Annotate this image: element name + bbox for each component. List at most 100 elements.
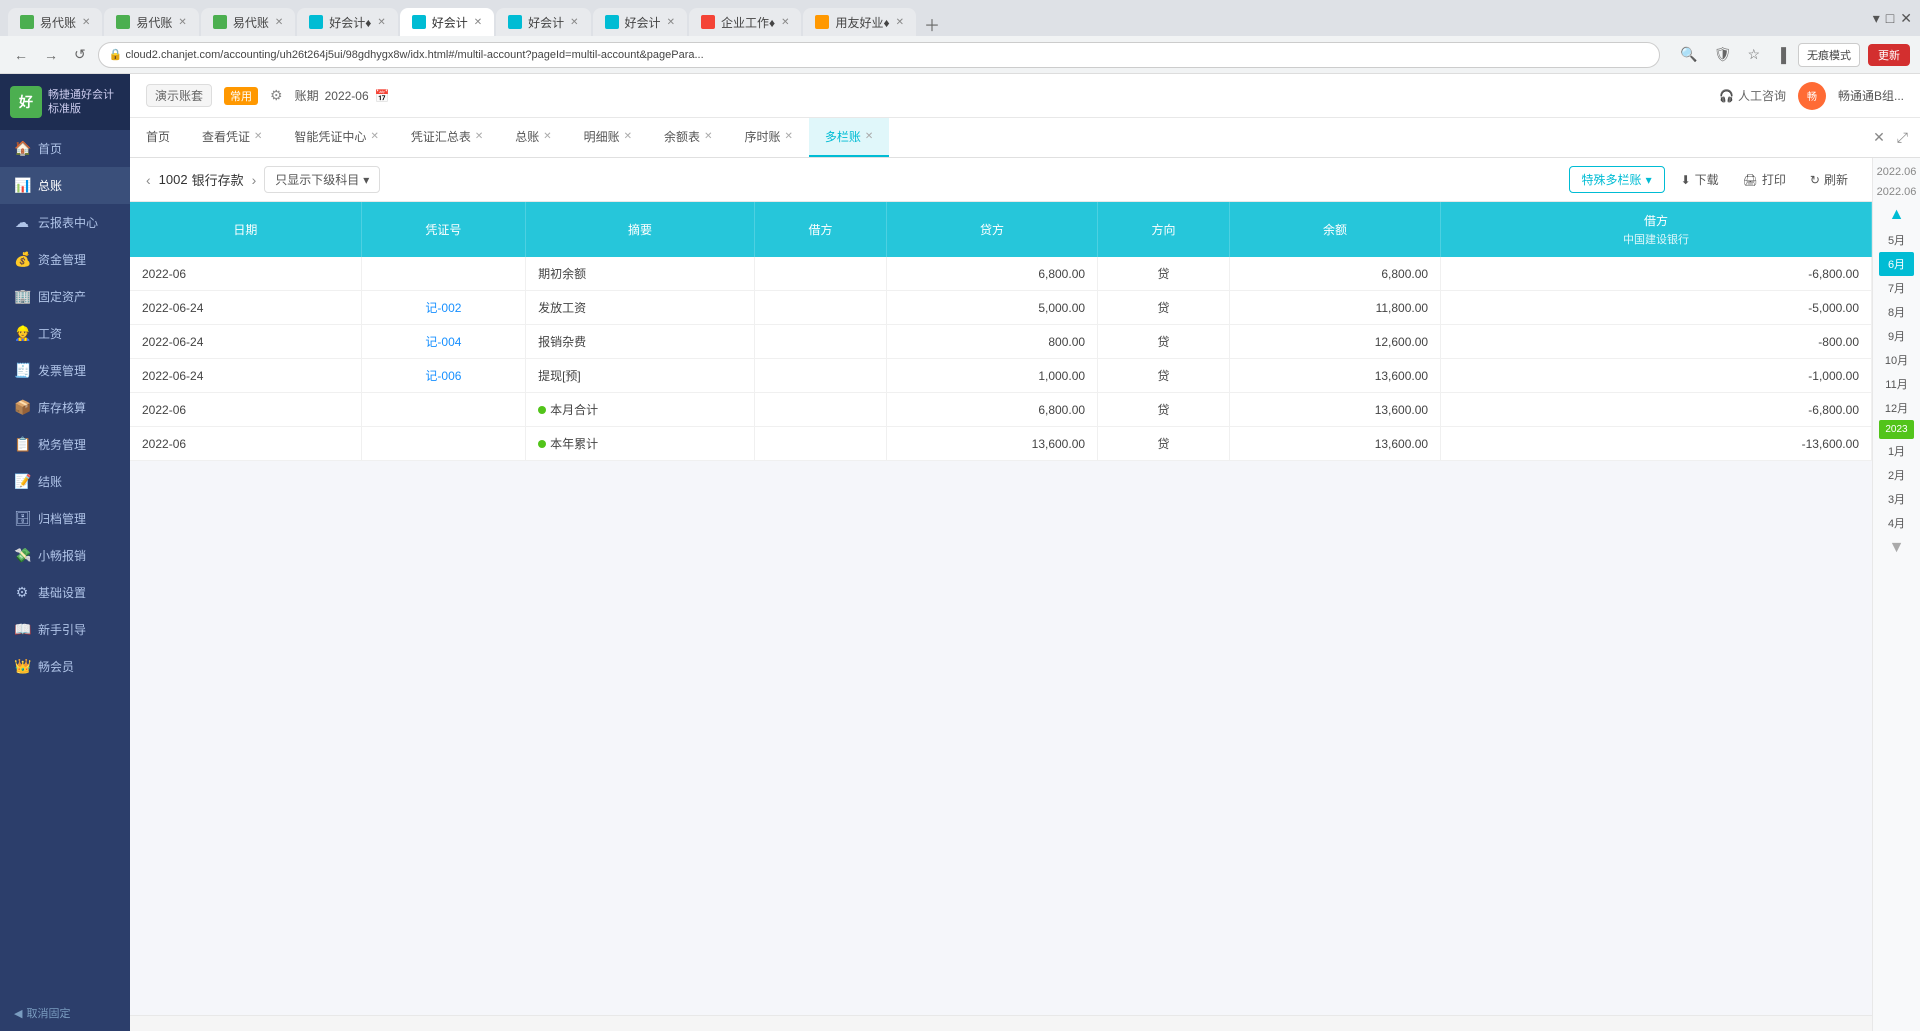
incognito-mode-button[interactable]: 无痕模式 bbox=[1798, 43, 1860, 67]
print-button[interactable]: 🖨 打印 bbox=[1735, 167, 1794, 192]
sidebar-pin-button[interactable]: ◀ 取消固定 bbox=[0, 995, 130, 1031]
tab-close-3[interactable]: ✕ bbox=[275, 17, 283, 28]
month-item[interactable]: 5月 bbox=[1879, 228, 1914, 252]
month-item[interactable]: 8月 bbox=[1879, 300, 1914, 324]
sidebar-toggle[interactable]: ▐ bbox=[1772, 43, 1790, 67]
maximize-button[interactable]: □ bbox=[1886, 10, 1894, 26]
horizontal-scrollbar[interactable] bbox=[130, 1015, 1872, 1031]
sidebar-item-home[interactable]: 🏠 首页 bbox=[0, 130, 130, 167]
forward-button[interactable]: → bbox=[40, 43, 62, 67]
tab-close-8[interactable]: ✕ bbox=[781, 17, 789, 28]
tab-close-voucher-summary[interactable]: ✕ bbox=[475, 131, 483, 142]
tab-yidaizhang-1[interactable]: 易代账 ✕ bbox=[8, 8, 102, 36]
table-cell[interactable]: 记-004 bbox=[361, 325, 525, 359]
tab-close-1[interactable]: ✕ bbox=[82, 17, 90, 28]
month-item[interactable]: 2023 bbox=[1879, 420, 1914, 439]
collapse-tab-button[interactable]: ✕ bbox=[1869, 125, 1889, 150]
tab-close-view-voucher[interactable]: ✕ bbox=[254, 131, 262, 142]
tab-close-5[interactable]: ✕ bbox=[474, 17, 482, 28]
bookmark-icon[interactable]: ☆ bbox=[1744, 42, 1765, 67]
sidebar-item-invoice[interactable]: 🧾 发票管理 bbox=[0, 352, 130, 389]
month-item[interactable]: 6月 bbox=[1879, 252, 1914, 276]
sidebar-item-inventory[interactable]: 📦 库存核算 bbox=[0, 389, 130, 426]
minimize-button[interactable]: ▾ bbox=[1873, 10, 1880, 27]
sidebar-item-archive[interactable]: 🗄 归档管理 bbox=[0, 500, 130, 537]
filter-subcategory-button[interactable]: 只显示下级科目 ▾ bbox=[264, 166, 380, 193]
refresh-button[interactable]: ↻ 刷新 bbox=[1802, 167, 1856, 192]
sidebar-item-guide[interactable]: 📖 新手引导 bbox=[0, 611, 130, 648]
expand-tab-button[interactable]: ⤢ bbox=[1893, 125, 1912, 150]
close-button[interactable]: ✕ bbox=[1900, 10, 1912, 27]
calendar-icon[interactable]: 📅 bbox=[375, 89, 390, 103]
reload-button[interactable]: ↺ bbox=[70, 42, 90, 67]
address-input[interactable]: 🔒 cloud2.chanjet.com/accounting/uh26t264… bbox=[98, 42, 1661, 68]
tab-youyou-9[interactable]: 用友好业♦ ✕ bbox=[803, 8, 916, 36]
tab-yidaizhang-3[interactable]: 易代账 ✕ bbox=[201, 8, 295, 36]
search-icon[interactable]: 🔍 bbox=[1676, 42, 1701, 67]
tab-close-4[interactable]: ✕ bbox=[377, 17, 385, 28]
month-item[interactable]: 10月 bbox=[1879, 348, 1914, 372]
tab-multi-column[interactable]: 多栏账 ✕ bbox=[809, 118, 889, 157]
consult-button[interactable]: 🎧 人工咨询 bbox=[1719, 87, 1786, 104]
table-cell[interactable]: 记-006 bbox=[361, 359, 525, 393]
page-tabs: 首页 查看凭证 ✕ 智能凭证中心 ✕ 凭证汇总表 ✕ 总账 ✕ 明细账 ✕ bbox=[130, 118, 1920, 158]
tab-close-7[interactable]: ✕ bbox=[667, 17, 675, 28]
tab-close-general-ledger[interactable]: ✕ bbox=[543, 131, 551, 142]
ledger-icon: 📊 bbox=[14, 177, 30, 194]
sidebar-item-closing[interactable]: 📝 结账 bbox=[0, 463, 130, 500]
tab-balance[interactable]: 余额表 ✕ bbox=[648, 118, 728, 157]
tab-view-voucher[interactable]: 查看凭证 ✕ bbox=[186, 118, 278, 157]
month-item[interactable]: 9月 bbox=[1879, 324, 1914, 348]
tab-haokuaiji-5[interactable]: 好会计 ✕ bbox=[400, 8, 494, 36]
shield-icon[interactable]: 🛡 bbox=[1710, 42, 1736, 67]
tab-sequence[interactable]: 序时账 ✕ bbox=[728, 118, 808, 157]
sidebar-item-capital[interactable]: 💰 资金管理 bbox=[0, 241, 130, 278]
tab-close-balance[interactable]: ✕ bbox=[704, 131, 712, 142]
tab-close-smart-voucher[interactable]: ✕ bbox=[370, 131, 378, 142]
back-button[interactable]: ← bbox=[10, 43, 32, 67]
tab-general-ledger[interactable]: 总账 ✕ bbox=[499, 118, 567, 157]
tab-enterprise-8[interactable]: 企业工作♦ ✕ bbox=[689, 8, 802, 36]
sidebar-item-fixed-assets[interactable]: 🏢 固定资产 bbox=[0, 278, 130, 315]
next-account-button[interactable]: › bbox=[252, 172, 257, 188]
tab-close-2[interactable]: ✕ bbox=[178, 17, 186, 28]
month-item[interactable]: 11月 bbox=[1879, 372, 1914, 396]
update-button[interactable]: 更新 bbox=[1868, 44, 1910, 66]
tab-close-multi-column[interactable]: ✕ bbox=[865, 131, 873, 142]
tab-smart-voucher[interactable]: 智能凭证中心 ✕ bbox=[278, 118, 394, 157]
tab-close-6[interactable]: ✕ bbox=[570, 17, 578, 28]
sidebar: 好 畅捷通好会计 标准版 🏠 首页 📊 总账 ☁ 云报表中心 💰 资金管理 bbox=[0, 74, 130, 1031]
account-settings-icon[interactable]: ⚙ bbox=[270, 87, 283, 104]
prev-account-button[interactable]: ‹ bbox=[146, 172, 151, 188]
tab-yidaizhang-2[interactable]: 易代账 ✕ bbox=[104, 8, 198, 36]
tab-haokuaiji-7[interactable]: 好会计 ✕ bbox=[593, 8, 687, 36]
tab-close-sequence[interactable]: ✕ bbox=[784, 131, 792, 142]
scroll-down-button[interactable]: ▼ bbox=[1889, 539, 1905, 557]
sidebar-item-settings[interactable]: ⚙ 基础设置 bbox=[0, 574, 130, 611]
table-cell[interactable]: 记-002 bbox=[361, 291, 525, 325]
month-item[interactable]: 2月 bbox=[1879, 463, 1914, 487]
special-multicolumn-button[interactable]: 特殊多栏账 ▾ bbox=[1569, 166, 1665, 193]
tab-haokuaiji-6[interactable]: 好会计 ✕ bbox=[496, 8, 590, 36]
tab-home[interactable]: 首页 bbox=[130, 118, 186, 157]
month-item[interactable]: 1月 bbox=[1879, 439, 1914, 463]
tab-haokuaiji-4[interactable]: 好会计♦ ✕ bbox=[297, 8, 398, 36]
download-button[interactable]: ⬇ 下载 bbox=[1673, 167, 1727, 192]
tab-detail-ledger[interactable]: 明细账 ✕ bbox=[568, 118, 648, 157]
sidebar-item-cloud-reports[interactable]: ☁ 云报表中心 bbox=[0, 204, 130, 241]
sidebar-item-tax[interactable]: 📋 税务管理 bbox=[0, 426, 130, 463]
tab-close-9[interactable]: ✕ bbox=[896, 17, 904, 28]
sidebar-item-membership[interactable]: 👑 畅会员 bbox=[0, 648, 130, 685]
scroll-up-button[interactable]: ▲ bbox=[1889, 206, 1905, 224]
tab-close-detail-ledger[interactable]: ✕ bbox=[624, 131, 632, 142]
tab-bar: 易代账 ✕ 易代账 ✕ 易代账 ✕ 好会计♦ ✕ 好会计 ✕ 好会计 ✕ bbox=[8, 0, 1865, 36]
sidebar-item-expense[interactable]: 💸 小畅报销 bbox=[0, 537, 130, 574]
month-item[interactable]: 12月 bbox=[1879, 396, 1914, 420]
tab-voucher-summary[interactable]: 凭证汇总表 ✕ bbox=[395, 118, 499, 157]
month-item[interactable]: 4月 bbox=[1879, 511, 1914, 535]
month-item[interactable]: 3月 bbox=[1879, 487, 1914, 511]
sidebar-item-payroll[interactable]: 👷 工资 bbox=[0, 315, 130, 352]
new-tab-button[interactable]: ＋ bbox=[918, 12, 946, 36]
sidebar-item-ledger[interactable]: 📊 总账 bbox=[0, 167, 130, 204]
month-item[interactable]: 7月 bbox=[1879, 276, 1914, 300]
